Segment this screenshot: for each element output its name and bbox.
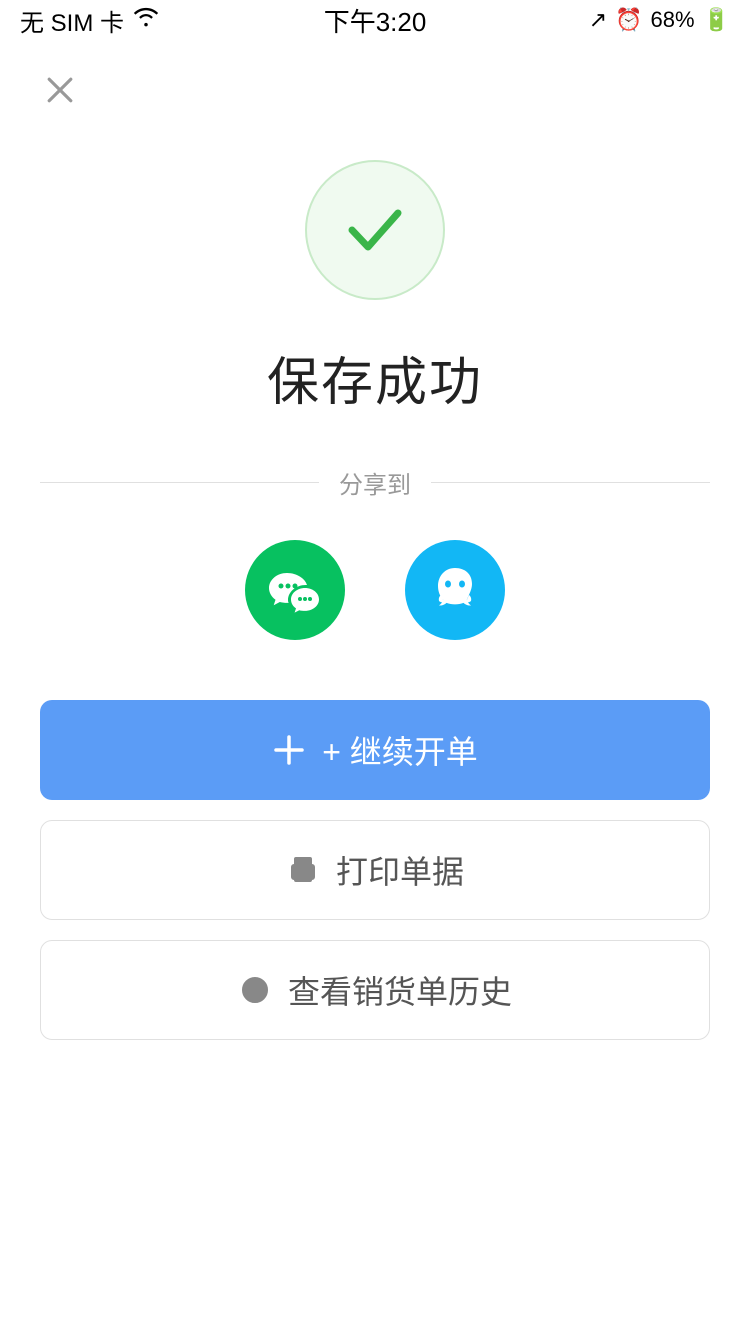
status-time: 下午3:20 xyxy=(324,2,427,39)
history-label: 查看销货单历史 xyxy=(288,967,512,1013)
print-button[interactable]: 打印单据 xyxy=(40,820,710,920)
divider-line-left xyxy=(40,482,319,483)
alarm-icon: ⏰ xyxy=(615,7,642,33)
wifi-icon xyxy=(132,6,160,34)
divider-line-right xyxy=(431,482,710,483)
action-buttons: + 继续开单 打印单据 查看销货单历史 xyxy=(40,700,710,1040)
history-button[interactable]: 查看销货单历史 xyxy=(40,940,710,1040)
status-left: 无 SIM 卡 xyxy=(20,3,160,38)
share-label: 分享到 xyxy=(339,465,411,500)
location-icon: ↗ xyxy=(589,7,607,33)
main-content: 保存成功 分享到 xyxy=(0,140,750,1334)
status-right: ↗ ⏰ 68% 🔋 xyxy=(589,7,730,33)
print-label: 打印单据 xyxy=(336,847,464,893)
success-icon-circle xyxy=(305,160,445,300)
share-qq-button[interactable] xyxy=(405,540,505,640)
share-icons xyxy=(245,540,505,640)
close-button[interactable] xyxy=(30,60,90,120)
continue-button[interactable]: + 继续开单 xyxy=(40,700,710,800)
continue-label: + 继续开单 xyxy=(322,727,478,773)
success-title: 保存成功 xyxy=(267,340,483,415)
battery-label: 68% xyxy=(651,7,695,33)
status-bar: 无 SIM 卡 下午3:20 ↗ ⏰ 68% 🔋 xyxy=(0,0,750,40)
carrier-label: 无 SIM 卡 xyxy=(20,3,124,38)
share-wechat-button[interactable] xyxy=(245,540,345,640)
battery-icon: 🔋 xyxy=(703,7,730,33)
share-divider: 分享到 xyxy=(40,465,710,500)
